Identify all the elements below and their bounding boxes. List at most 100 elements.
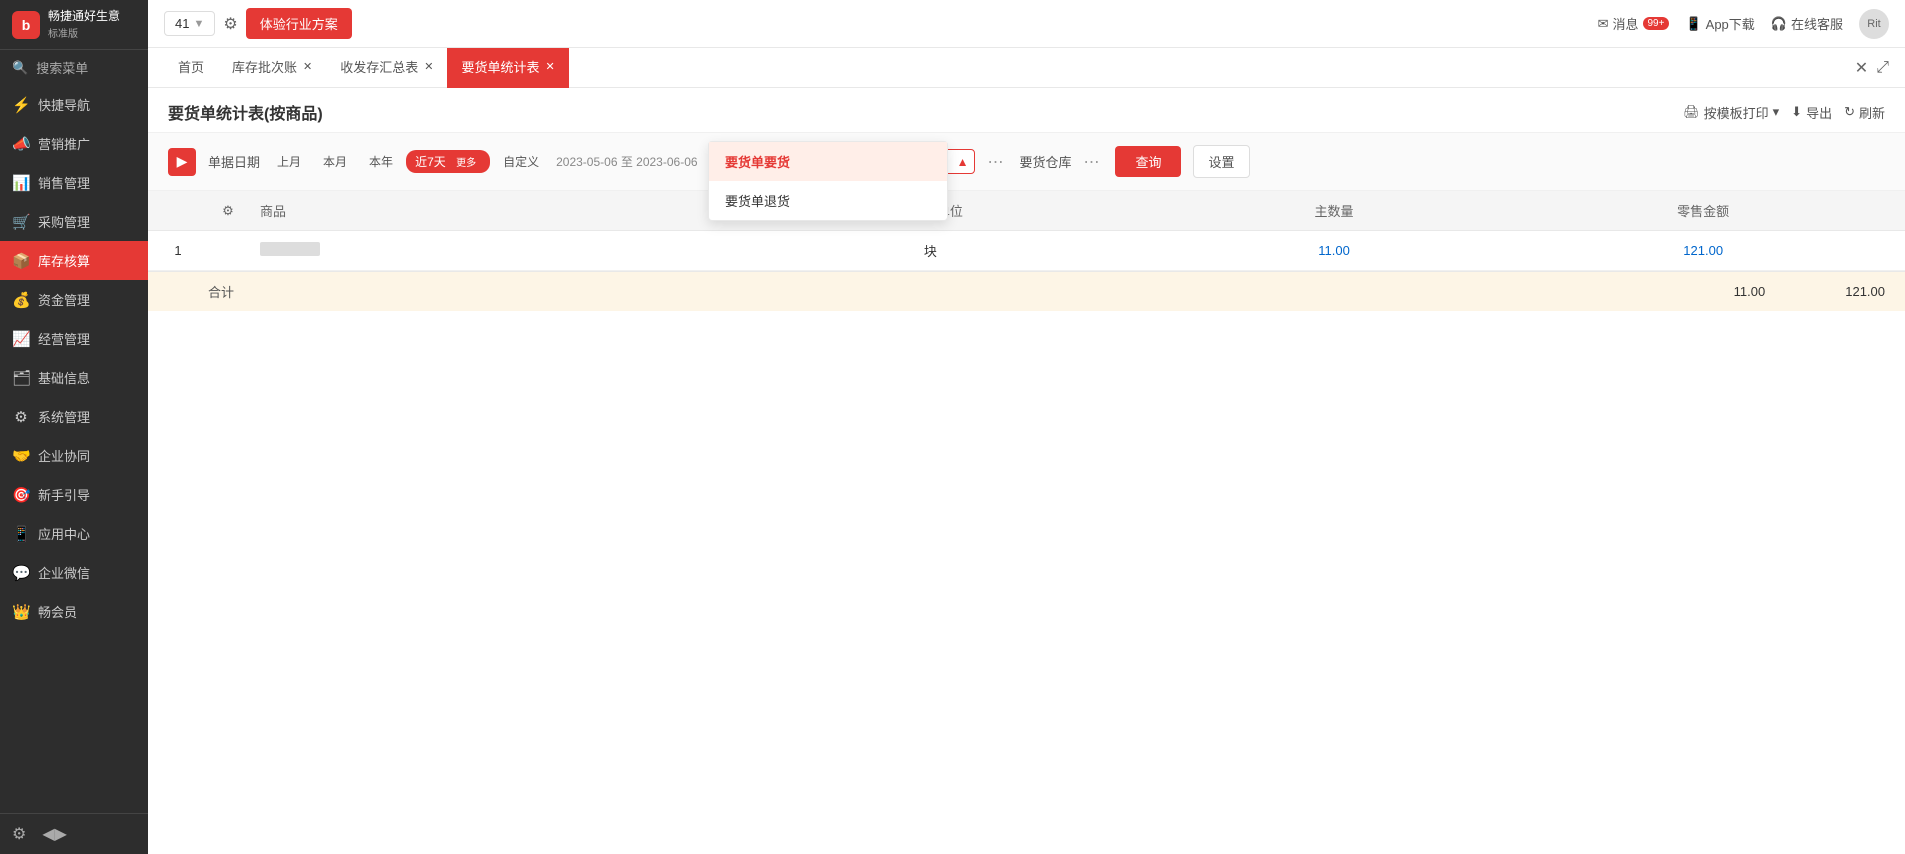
filter-query-btn[interactable]: 查询 <box>1115 146 1181 177</box>
refresh-icon: ↻ <box>1844 104 1855 120</box>
operations-icon: 📈 <box>12 330 30 348</box>
cell-unit: 块 <box>694 231 1167 271</box>
date-filter-group: 单据日期 上月 本月 本年 近7天 更多 自定义 2023-05-06 至 20… <box>208 149 698 174</box>
dropdown-item-order-goods[interactable]: 要货单要货 <box>709 142 947 181</box>
settings-icon[interactable]: ⚙ <box>12 824 26 844</box>
cell-amount: 121.00 <box>1501 231 1905 271</box>
tab-order-stats-close[interactable]: ✕ <box>546 60 555 73</box>
tab-recv-summary-close[interactable]: ✕ <box>424 60 433 73</box>
btn-export[interactable]: ⬇ 导出 <box>1791 103 1832 122</box>
sidebar-item-operations[interactable]: 📈 经营管理 <box>0 319 148 358</box>
total-row: 合计 11.00 121.00 <box>148 271 1905 311</box>
type-dropdown-menu: 要货单要货 要货单退货 <box>708 141 948 221</box>
page-header-actions: 🖨 按模板打印 ▾ ⬇ 导出 ↻ 刷新 <box>1683 103 1885 122</box>
dropdown-item-order-return[interactable]: 要货单退货 <box>709 181 947 220</box>
sidebar-item-wechat[interactable]: 💬 企业微信 <box>0 553 148 592</box>
total-quantity: 11.00 <box>1734 284 1766 299</box>
tab-batch-account[interactable]: 库存批次账 ✕ <box>218 48 326 88</box>
sidebar-item-inventory[interactable]: 📦 库存核算 <box>0 241 148 280</box>
sidebar-item-basic[interactable]: 🗂 基础信息 <box>0 358 148 397</box>
message-badge: 99+ <box>1643 17 1670 30</box>
app-download-icon: 📱 <box>1685 16 1701 32</box>
sidebar-item-sales[interactable]: 📊 销售管理 <box>0 163 148 202</box>
warehouse-filter-group: 要货仓库 ⋯ <box>1019 152 1103 172</box>
app-center-icon: 📱 <box>12 525 30 543</box>
date-filter-label: 单据日期 <box>208 152 260 171</box>
date-btn-last-month[interactable]: 上月 <box>268 149 310 174</box>
export-icon: ⬇ <box>1791 104 1802 120</box>
sidebar-item-finance[interactable]: 💰 资金管理 <box>0 280 148 319</box>
type-filter-chevron-icon[interactable]: ▲ <box>951 155 975 169</box>
topbar-right: ✉ 消息 99+ 📱 App下载 🎧 在线客服 Rit <box>1598 9 1889 39</box>
store-name: 41 <box>175 16 189 31</box>
col-header-settings[interactable]: ⚙ <box>208 191 248 231</box>
page-card: 要货单统计表(按商品) 🖨 按模板打印 ▾ ⬇ 导出 ↻ 刷新 <box>148 88 1905 854</box>
sidebar-item-enterprise[interactable]: 🤝 企业协同 <box>0 436 148 475</box>
type-filter-more-btn[interactable]: ⋯ <box>983 152 1007 172</box>
purchase-icon: 🛒 <box>12 213 30 231</box>
date-btn-this-month[interactable]: 本月 <box>314 149 356 174</box>
marketing-icon: 📣 <box>12 135 30 153</box>
template-print-chevron-icon: ▾ <box>1773 104 1780 120</box>
inventory-icon: 📦 <box>12 252 30 270</box>
avatar[interactable]: Rit <box>1859 9 1889 39</box>
industry-btn[interactable]: 体验行业方案 <box>246 8 352 39</box>
table-settings-icon[interactable]: ⚙ <box>222 203 234 218</box>
sidebar-item-system[interactable]: ⚙ 系统管理 <box>0 397 148 436</box>
sidebar-item-marketing[interactable]: 📣 营销推广 <box>0 124 148 163</box>
sidebar-item-guide[interactable]: 🎯 新手引导 <box>0 475 148 514</box>
tab-batch-account-close[interactable]: ✕ <box>303 60 312 73</box>
store-chevron-icon: ▼ <box>193 18 204 30</box>
store-selector[interactable]: 41 ▼ <box>164 11 215 36</box>
warehouse-filter-label: 要货仓库 <box>1019 152 1071 171</box>
col-header-product: 商品 <box>248 191 694 231</box>
cell-seq: 1 <box>148 231 208 271</box>
message-action[interactable]: ✉ 消息 99+ <box>1598 14 1670 33</box>
sidebar-item-purchase[interactable]: 🛒 采购管理 <box>0 202 148 241</box>
date-btn-last-7days[interactable]: 近7天 更多 <box>406 150 490 173</box>
page-header: 要货单统计表(按商品) 🖨 按模板打印 ▾ ⬇ 导出 ↻ 刷新 <box>148 88 1905 133</box>
warehouse-filter-more-btn[interactable]: ⋯ <box>1079 152 1103 172</box>
table-row: 1 块 11.00 121.0 <box>148 231 1905 271</box>
print-icon: 🖨 <box>1683 104 1700 120</box>
data-table: ⚙ 商品 主计量单位 主数量 零 <box>148 191 1905 271</box>
search-menu[interactable]: 🔍 搜索菜单 <box>0 50 148 85</box>
tabs-bar-end: ✕ ⤢ <box>1855 58 1889 78</box>
wechat-icon: 💬 <box>12 564 30 582</box>
app-logo-icon: b <box>12 11 40 39</box>
topbar-left: 41 ▼ ⚙ 体验行业方案 <box>164 8 1586 39</box>
sidebar-item-app-center[interactable]: 📱 应用中心 <box>0 514 148 553</box>
filter-settings-btn[interactable]: 设置 <box>1193 145 1249 178</box>
more-badge: 更多 <box>451 157 481 170</box>
app-title: 畅捷通好生意 <box>48 9 120 25</box>
sidebar-item-members[interactable]: 👑 畅会员 <box>0 592 148 631</box>
tab-recv-summary[interactable]: 收发存汇总表 ✕ <box>326 48 447 88</box>
topbar: 41 ▼ ⚙ 体验行业方案 ✉ 消息 99+ 📱 App下载 🎧 在线客服 Ri… <box>148 0 1905 48</box>
page-body: 要货单统计表(按商品) 🖨 按模板打印 ▾ ⬇ 导出 ↻ 刷新 <box>148 88 1905 854</box>
col-header-seq <box>148 191 208 231</box>
tab-order-stats[interactable]: 要货单统计表 ✕ <box>447 48 568 88</box>
tab-expand-icon[interactable]: ⤢ <box>1876 59 1889 77</box>
topbar-gear-icon[interactable]: ⚙ <box>223 14 237 34</box>
sidebar-bottom: ⚙ ◀▶ <box>0 813 148 854</box>
app-download-action[interactable]: 📱 App下载 <box>1685 14 1754 33</box>
tab-home[interactable]: 首页 <box>164 48 218 88</box>
sales-icon: 📊 <box>12 174 30 192</box>
date-btn-custom[interactable]: 自定义 <box>494 149 548 174</box>
total-amount: 121.00 <box>1845 284 1885 299</box>
collapse-icon[interactable]: ◀▶ <box>42 824 67 844</box>
sidebar-item-quick-nav[interactable]: ⚡ 快捷导航 <box>0 85 148 124</box>
filter-expand-btn[interactable]: ▶ <box>168 148 196 176</box>
sidebar-logo: b 畅捷通好生意 标准版 <box>0 0 148 50</box>
btn-refresh[interactable]: ↻ 刷新 <box>1844 103 1885 122</box>
date-btn-this-year[interactable]: 本年 <box>360 149 402 174</box>
tabs-bar: 首页 库存批次账 ✕ 收发存汇总表 ✕ 要货单统计表 ✕ ✕ ⤢ <box>148 48 1905 88</box>
online-service-action[interactable]: 🎧 在线客服 <box>1771 14 1843 33</box>
btn-template-print[interactable]: 🖨 按模板打印 ▾ <box>1683 103 1779 122</box>
basic-icon: 🗂 <box>12 369 30 387</box>
search-icon: 🔍 <box>12 60 28 76</box>
col-header-quantity: 主数量 <box>1167 191 1502 231</box>
tab-close-all-icon[interactable]: ✕ <box>1855 58 1868 78</box>
cell-product <box>248 231 694 271</box>
date-range-text: 2023-05-06 至 2023-06-06 <box>556 153 697 170</box>
